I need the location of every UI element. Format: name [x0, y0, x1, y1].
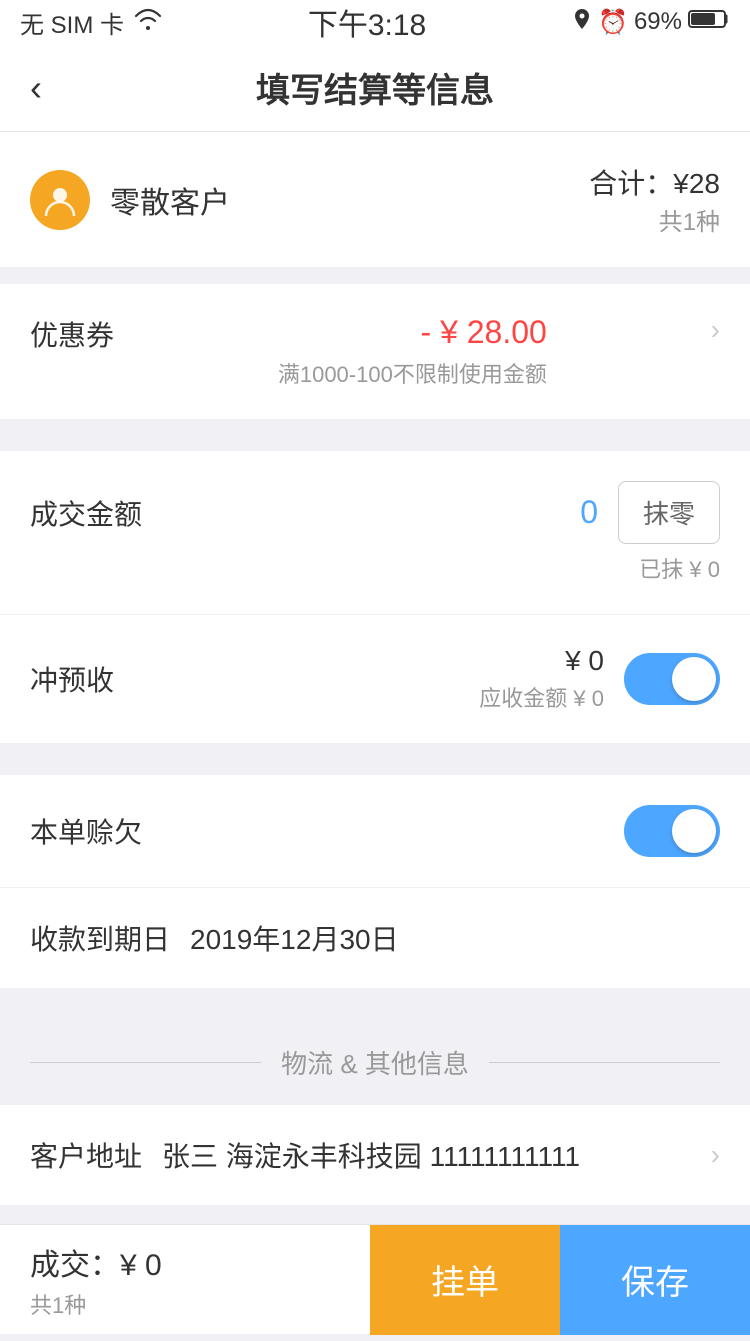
prepay-toggle[interactable]	[624, 653, 720, 705]
coupon-label: 优惠券	[30, 314, 114, 354]
status-right: ⏰ 69%	[572, 8, 730, 37]
hold-order-button[interactable]: 挂单	[370, 1225, 560, 1335]
bottom-deal: 成交：¥ 0	[30, 1240, 340, 1284]
coupon-right: - ¥ 28.00 满1000-100不限制使用金额	[278, 314, 547, 389]
no-sim-text: 无 SIM 卡	[20, 5, 124, 40]
address-chevron: ›	[711, 1139, 720, 1171]
address-section[interactable]: 客户地址 张三 海淀永丰科技园 11111111111 ›	[0, 1105, 750, 1205]
deal-amount-section: 成交金额 0 抹零 已抹 ¥ 0 冲预收 ¥ 0 应收金额 ¥ 0	[0, 451, 750, 743]
status-left: 无 SIM 卡	[20, 5, 162, 40]
divider-line-left	[30, 1062, 261, 1063]
prepay-label: 冲预收	[30, 659, 114, 699]
coupon-desc: 满1000-100不限制使用金额	[278, 357, 547, 389]
address-right: ›	[711, 1139, 720, 1171]
bottom-deal-value: ¥ 0	[120, 1249, 162, 1282]
logistics-text: 物流 & 其他信息	[281, 1044, 469, 1081]
nav-bar: ‹ 填写结算等信息	[0, 44, 750, 132]
deal-right: 0 抹零	[580, 481, 720, 544]
deal-value: 0	[580, 494, 598, 531]
address-value: 张三 海淀永丰科技园 11111111111	[162, 1135, 711, 1175]
customer-avatar	[30, 170, 90, 230]
battery-percent: 69%	[634, 8, 682, 36]
bottom-info: 成交：¥ 0 共1种	[0, 1240, 370, 1320]
due-value: 2019年12月30日	[190, 918, 399, 958]
customer-total-area: 合计：¥28 共1种	[589, 162, 720, 237]
prepay-right: ¥ 0 应收金额 ¥ 0	[479, 645, 720, 713]
prepay-info: ¥ 0 应收金额 ¥ 0	[479, 645, 604, 713]
coupon-section[interactable]: 优惠券 - ¥ 28.00 满1000-100不限制使用金额 ›	[0, 283, 750, 419]
credit-label: 本单赊欠	[30, 811, 142, 851]
address-label: 客户地址	[30, 1135, 142, 1175]
status-bar: 无 SIM 卡 下午3:18 ⏰ 69%	[0, 0, 750, 44]
due-label: 收款到期日	[30, 918, 170, 958]
page-title: 填写结算等信息	[256, 63, 494, 112]
bottom-bar: 成交：¥ 0 共1种 挂单 保存	[0, 1224, 750, 1334]
section-separator-2	[0, 759, 750, 775]
battery-icon	[688, 8, 730, 37]
round-zero-button[interactable]: 抹零	[618, 481, 720, 544]
customer-count: 共1种	[589, 202, 720, 237]
customer-section: 零散客户 合计：¥28 共1种	[0, 132, 750, 267]
due-date-section: 收款到期日 2019年12月30日	[0, 887, 750, 988]
logistics-divider: 物流 & 其他信息	[0, 1020, 750, 1105]
back-button[interactable]: ‹	[30, 67, 42, 109]
status-time: 下午3:18	[308, 0, 426, 44]
section-separator-3	[0, 1004, 750, 1020]
location-icon	[572, 8, 592, 37]
credit-section: 本单赊欠 收款到期日 2019年12月30日	[0, 775, 750, 988]
coupon-amount: - ¥ 28.00	[278, 314, 547, 351]
save-button[interactable]: 保存	[560, 1225, 750, 1335]
prepay-amount: ¥ 0	[479, 645, 604, 677]
customer-left: 零散客户	[30, 170, 230, 230]
coupon-chevron: ›	[711, 314, 720, 346]
customer-name: 零散客户	[110, 178, 230, 222]
customer-total: 合计：¥28	[589, 162, 720, 202]
bottom-deal-label: 成交：	[30, 1249, 120, 1282]
content-area: 零散客户 合计：¥28 共1种 优惠券 - ¥ 28.00 满1000-100不…	[0, 132, 750, 1341]
prepay-sub: 应收金额 ¥ 0	[479, 681, 604, 713]
section-separator-1	[0, 435, 750, 451]
credit-toggle[interactable]	[624, 805, 720, 857]
bottom-count: 共1种	[30, 1288, 340, 1320]
wifi-icon	[134, 8, 162, 37]
alarm-icon: ⏰	[598, 8, 628, 37]
divider-line-right	[489, 1062, 720, 1063]
deal-sub: 已抹 ¥ 0	[30, 552, 720, 584]
deal-label: 成交金额	[30, 493, 142, 533]
prepay-section: 冲预收 ¥ 0 应收金额 ¥ 0	[0, 614, 750, 743]
